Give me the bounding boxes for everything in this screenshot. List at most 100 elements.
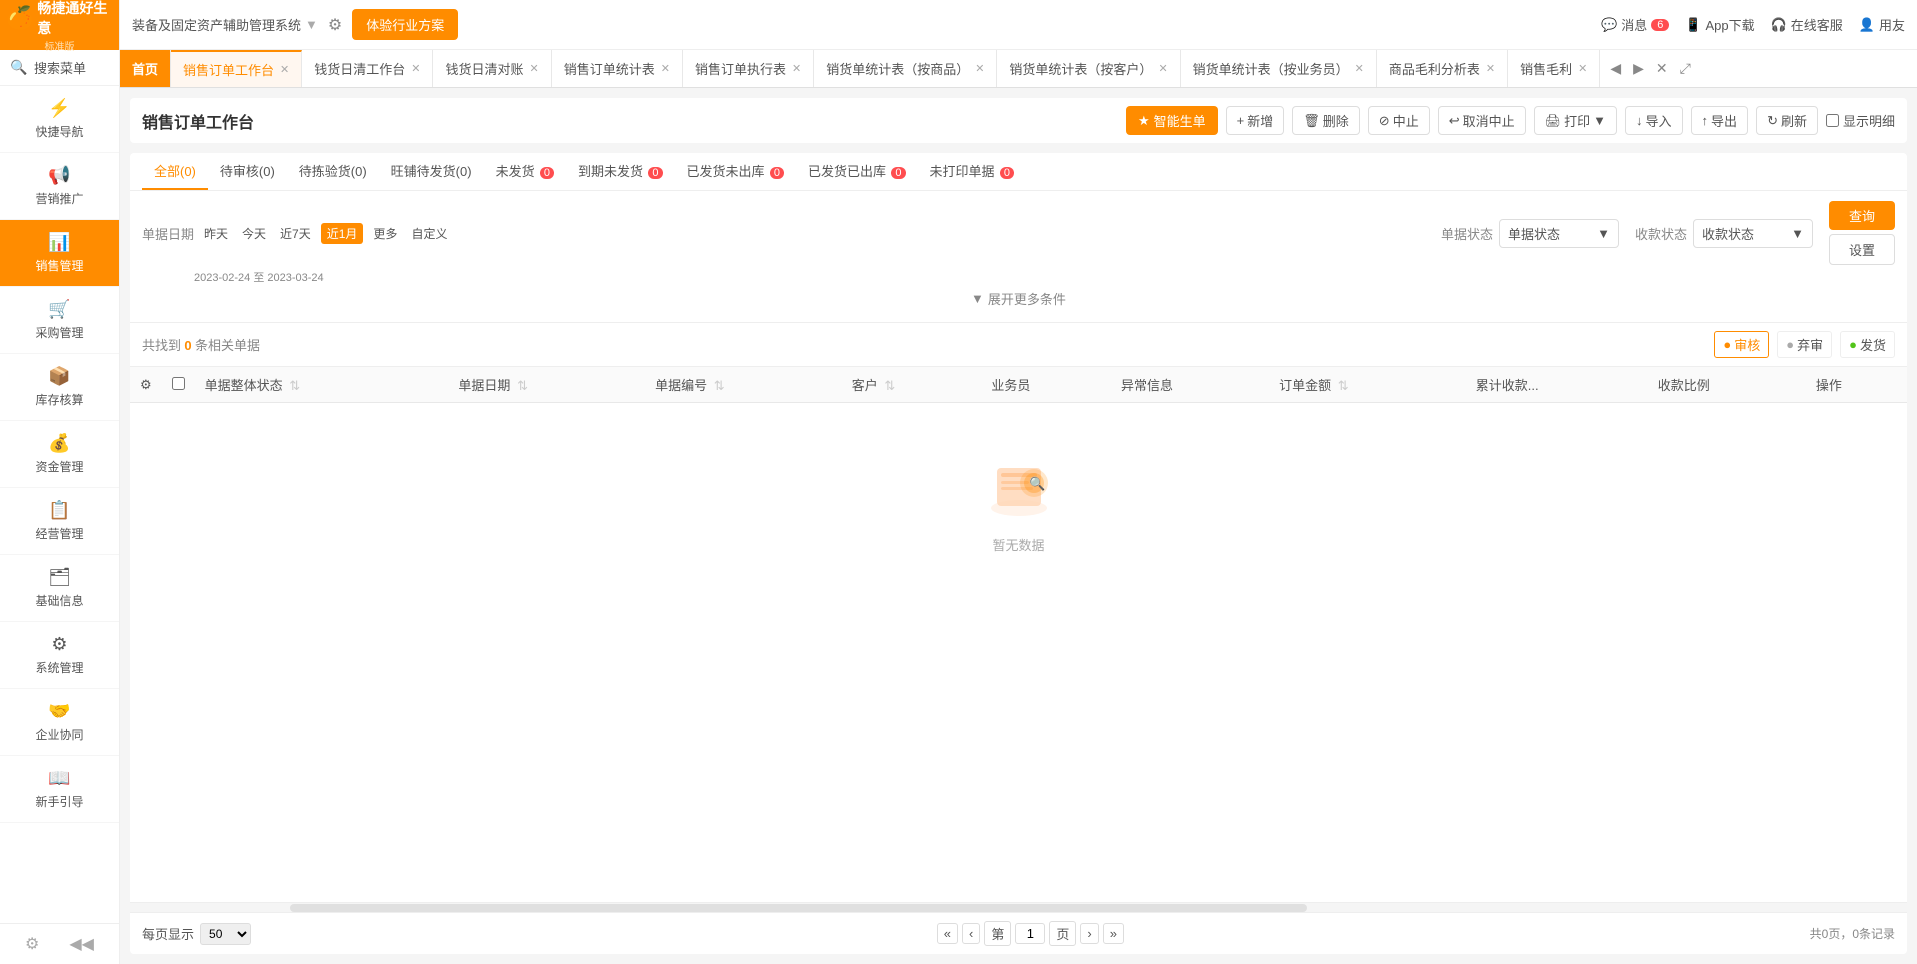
tab-sales-stat-close[interactable]: ✕ (661, 62, 670, 75)
th-status[interactable]: 单据整体状态 ⇅ (195, 367, 449, 403)
th-checkbox[interactable] (162, 367, 195, 403)
per-page-select[interactable]: 50 100 200 (200, 923, 251, 945)
date-opt-1month[interactable]: 近1月 (321, 223, 364, 244)
tab-sales-profit[interactable]: 销售毛利 ✕ (1508, 50, 1600, 88)
tab-sales-stat-product[interactable]: 销货单统计表（按商品） ✕ (814, 50, 997, 88)
trial-industry-button[interactable]: 体验行业方案 (352, 9, 458, 40)
print-button[interactable]: 🖨 打印 ▼ (1534, 106, 1617, 135)
audit-button[interactable]: ● 审核 (1714, 331, 1769, 358)
collapse-icon[interactable]: ◀◀ (69, 934, 94, 954)
cancel-audit-button[interactable]: ● 弃审 (1777, 331, 1832, 358)
tab-product-margin-close[interactable]: ✕ (1486, 62, 1495, 75)
th-amount[interactable]: 订单金额 ⇅ (1269, 367, 1466, 403)
tab-sales-profit-close[interactable]: ✕ (1578, 62, 1587, 75)
sidebar-item-basic[interactable]: 🗂 基础信息 (0, 555, 119, 622)
tab-sales-exec-close[interactable]: ✕ (792, 62, 801, 75)
sub-tab-not-shipped[interactable]: 未发货 0 (484, 153, 566, 190)
prev-page-icon[interactable]: ‹ (962, 923, 980, 944)
import-button[interactable]: ↓ 导入 (1625, 106, 1683, 135)
ship-button[interactable]: ● 发货 (1840, 331, 1895, 358)
sidebar-item-promo[interactable]: 📢 营销推广 (0, 153, 119, 220)
scrollbar-track[interactable] (290, 904, 1307, 912)
tab-sales-exec[interactable]: 销售订单执行表 ✕ (683, 50, 814, 88)
online-service-button[interactable]: 🎧 在线客服 (1771, 15, 1843, 34)
horizontal-scrollbar[interactable] (130, 902, 1907, 912)
date-opt-more[interactable]: 更多 (369, 223, 401, 244)
sidebar-search[interactable]: 🔍 搜索菜单 (0, 50, 119, 86)
th-exception[interactable]: 异常信息 (1111, 367, 1269, 403)
expand-button[interactable]: ▼ 展开更多条件 (971, 289, 1066, 308)
date-opt-yesterday[interactable]: 昨天 (200, 223, 232, 244)
sub-tab-pending-check[interactable]: 待拣验货(0) (287, 153, 379, 190)
sub-tab-pending[interactable]: 待审核(0) (208, 153, 287, 190)
status-select[interactable]: 单据状态 ▼ (1499, 219, 1619, 248)
message-button[interactable]: 💬 消息 6 (1601, 15, 1669, 34)
th-ratio[interactable]: 收款比例 (1648, 367, 1806, 403)
topbar-settings-icon[interactable]: ⚙ (328, 15, 342, 35)
tabs-next-icon[interactable]: ▶ (1629, 58, 1648, 79)
date-opt-custom[interactable]: 自定义 (407, 223, 451, 244)
tab-cash-daily[interactable]: 钱货日清工作台 ✕ (302, 50, 433, 88)
user-menu[interactable]: 👤 用友 (1859, 15, 1905, 34)
select-all-checkbox[interactable] (172, 377, 185, 390)
tabs-prev-icon[interactable]: ◀ (1606, 58, 1625, 79)
first-page-icon[interactable]: « (937, 923, 958, 944)
sub-tab-shipped-out[interactable]: 已发货已出库 0 (796, 153, 917, 190)
cancel-stop-button[interactable]: ↩ 取消中止 (1438, 106, 1526, 135)
current-page-input[interactable] (1015, 923, 1045, 944)
smart-order-button[interactable]: ★ 智能生单 (1126, 106, 1218, 135)
app-download-button[interactable]: 📱 App下载 (1685, 15, 1754, 34)
tab-product-margin[interactable]: 商品毛利分析表 ✕ (1377, 50, 1508, 88)
tab-cash-reconcile[interactable]: 钱货日清对账 ✕ (433, 50, 551, 88)
sidebar-item-inventory[interactable]: 📦 库存核算 (0, 354, 119, 421)
sub-tab-wangpu[interactable]: 旺铺待发货(0) (379, 153, 484, 190)
show-detail-checkbox-label[interactable]: 显示明细 (1826, 111, 1895, 130)
sidebar-item-sales[interactable]: 📊 销售管理 (0, 220, 119, 287)
th-staff[interactable]: 业务员 (981, 367, 1111, 403)
tab-sales-stat-customer[interactable]: 销货单统计表（按客户） ✕ (997, 50, 1180, 88)
sidebar-item-quicknav[interactable]: ⚡ 快捷导航 (0, 86, 119, 153)
date-opt-today[interactable]: 今天 (238, 223, 270, 244)
th-customer[interactable]: 客户 ⇅ (842, 367, 982, 403)
show-detail-checkbox[interactable] (1826, 114, 1839, 127)
tab-sales-stat[interactable]: 销售订单统计表 ✕ (552, 50, 683, 88)
sidebar-item-purchase[interactable]: 🛒 采购管理 (0, 287, 119, 354)
sidebar-item-system[interactable]: ⚙ 系统管理 (0, 622, 119, 689)
sub-tab-shipped-not-out[interactable]: 已发货未出库 0 (675, 153, 796, 190)
payment-select[interactable]: 收款状态 ▼ (1693, 219, 1813, 248)
tab-home[interactable]: 首页 (120, 50, 171, 88)
next-page-icon[interactable]: › (1080, 923, 1098, 944)
th-number[interactable]: 单据编号 ⇅ (645, 367, 842, 403)
tab-sales-order-close[interactable]: ✕ (280, 63, 289, 76)
th-date[interactable]: 单据日期 ⇅ (448, 367, 645, 403)
system-title-dropdown[interactable]: 装备及固定资产辅助管理系统 ▼ (132, 15, 318, 34)
table-container[interactable]: ⚙ 单据整体状态 ⇅ 单据日期 ⇅ (130, 367, 1907, 902)
sidebar-item-collab[interactable]: 🤝 企业协同 (0, 689, 119, 756)
th-received[interactable]: 累计收款... (1466, 367, 1648, 403)
refresh-button[interactable]: ↻ 刷新 (1756, 106, 1818, 135)
query-button[interactable]: 查询 (1829, 201, 1895, 230)
date-opt-7days[interactable]: 近7天 (276, 223, 315, 244)
stop-button[interactable]: ⊘ 中止 (1368, 106, 1430, 135)
tab-sales-stat-staff[interactable]: 销货单统计表（按业务员） ✕ (1181, 50, 1377, 88)
last-page-icon[interactable]: » (1103, 923, 1124, 944)
tab-sales-stat-staff-close[interactable]: ✕ (1355, 62, 1364, 75)
tab-cash-daily-close[interactable]: ✕ (411, 62, 420, 75)
sidebar-item-ops[interactable]: 📋 经营管理 (0, 488, 119, 555)
delete-button[interactable]: 🗑 删除 (1292, 106, 1360, 135)
tab-sales-stat-customer-close[interactable]: ✕ (1158, 62, 1167, 75)
tab-sales-order[interactable]: 销售订单工作台 ✕ (171, 50, 302, 88)
tab-sales-stat-product-close[interactable]: ✕ (975, 62, 984, 75)
sidebar-item-guide[interactable]: 📖 新手引导 (0, 756, 119, 823)
tab-cash-reconcile-close[interactable]: ✕ (530, 62, 539, 75)
sub-tab-not-printed[interactable]: 未打印单据 0 (918, 153, 1026, 190)
sub-tab-expired[interactable]: 到期未发货 0 (566, 153, 674, 190)
sidebar-item-finance[interactable]: 💰 资金管理 (0, 421, 119, 488)
set-button[interactable]: 设置 (1829, 234, 1895, 265)
sub-tab-all[interactable]: 全部(0) (142, 153, 208, 190)
new-button[interactable]: + 新增 (1226, 106, 1285, 135)
settings-icon[interactable]: ⚙ (25, 934, 39, 954)
tabs-close-all-icon[interactable]: ✕ (1652, 58, 1672, 79)
tabs-maximize-icon[interactable]: ⤢ (1676, 58, 1695, 79)
export-button[interactable]: ↑ 导出 (1691, 106, 1749, 135)
